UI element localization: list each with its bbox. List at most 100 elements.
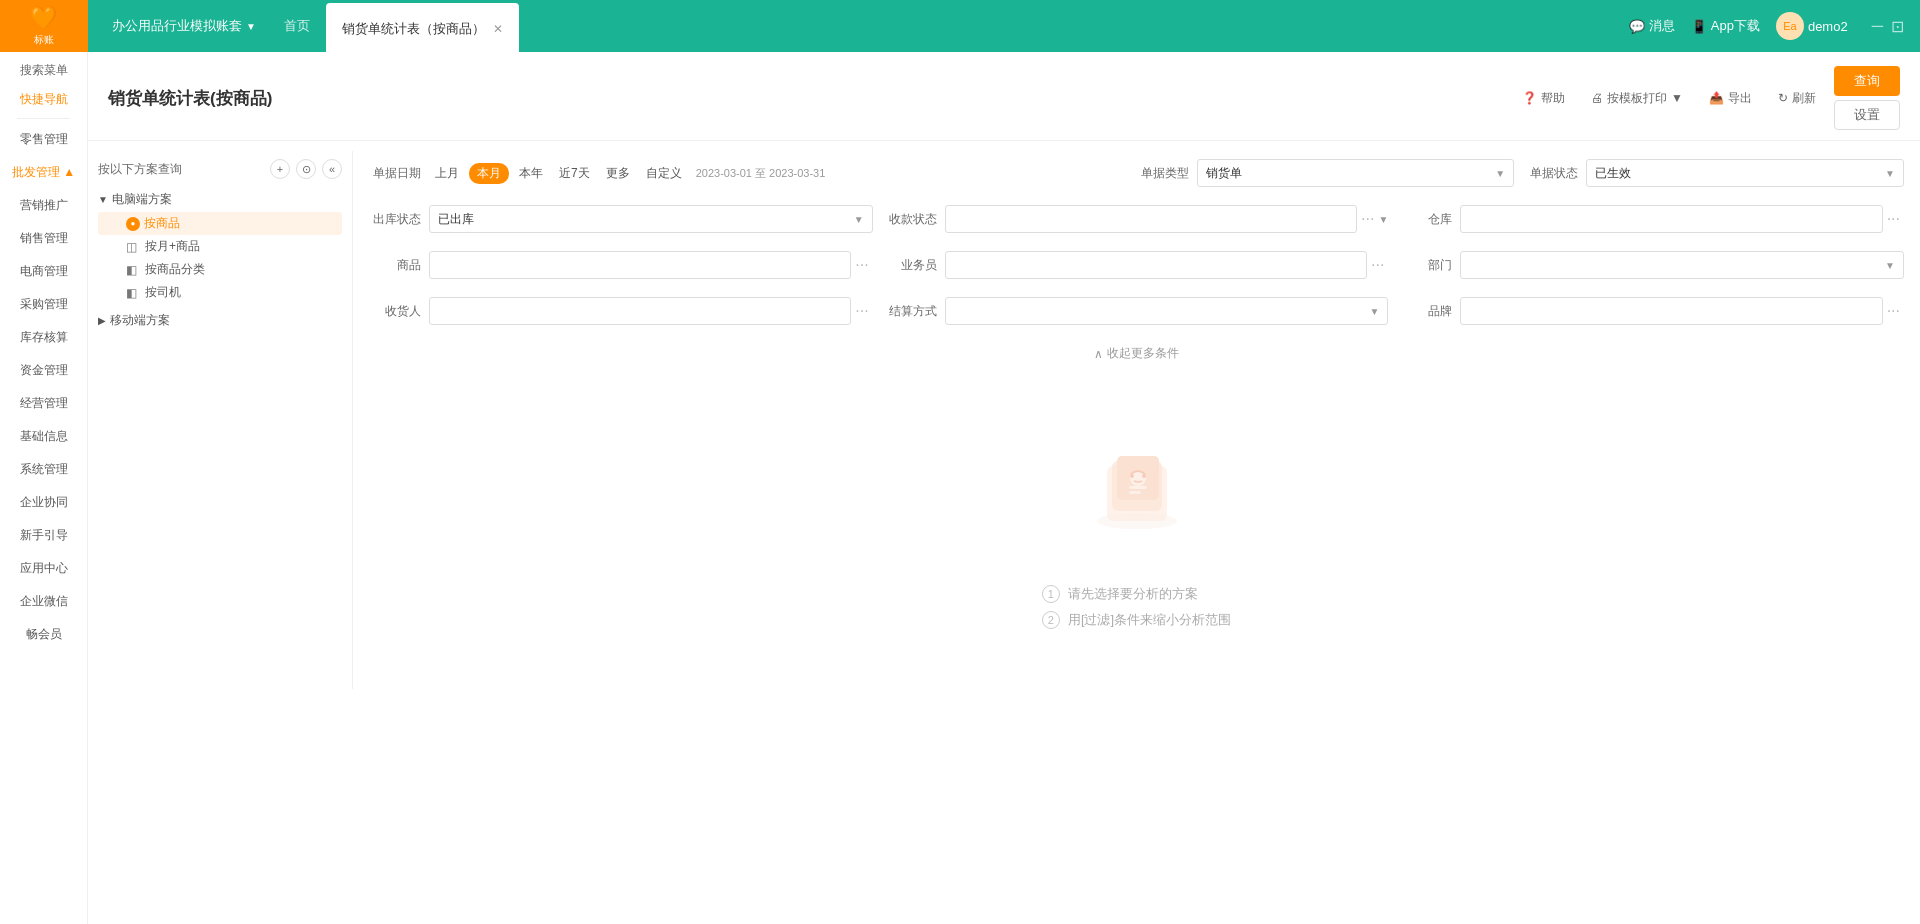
quick-nav[interactable]: 快捷导航 (20, 85, 68, 114)
search-menu-label[interactable]: 搜索菜单 (20, 63, 68, 77)
warehouse-dots[interactable]: ··· (1883, 210, 1904, 228)
date-btn-this-year[interactable]: 本年 (513, 163, 549, 184)
doc-type-select[interactable]: 销货单 ▼ (1197, 159, 1515, 187)
search-menu[interactable]: 搜索菜单 (0, 52, 87, 85)
sidebar-item-wholesale[interactable]: 批发管理 ▲ (0, 156, 87, 189)
sidebar-item-enterprise[interactable]: 企业协同 (0, 486, 87, 519)
scheme-month-icon: ◫ (126, 240, 137, 254)
scheme-group-mobile-label: 移动端方案 (110, 312, 170, 329)
sidebar-item-wechat[interactable]: 企业微信 (0, 585, 87, 618)
salesperson-input[interactable] (945, 251, 1367, 279)
workspace-label: 办公用品行业模拟账套 (112, 17, 242, 35)
salesperson-dots[interactable]: ··· (1367, 256, 1388, 274)
sidebar-item-finance[interactable]: 资金管理 (0, 354, 87, 387)
step-2-text: 用[过滤]条件来缩小分析范围 (1068, 611, 1231, 629)
filter-form-area: 单据日期 上月 本月 本年 近7天 更多 自定义 2023-03-01 至 20… (353, 151, 1920, 689)
sidebar-item-member[interactable]: 畅会员 (0, 618, 87, 651)
sidebar-item-retail[interactable]: 零售管理 (0, 123, 87, 156)
sidebar-item-operations[interactable]: 经营管理 (0, 387, 87, 420)
doc-status-select[interactable]: 已生效 ▼ (1586, 159, 1904, 187)
scheme-category-icon: ◧ (126, 263, 137, 277)
tab-sales-stat[interactable]: 销货单统计表（按商品） ✕ (326, 3, 519, 55)
recipient-input[interactable] (429, 297, 851, 325)
sidebar-item-sales[interactable]: 销售管理 (0, 222, 87, 255)
minimize-icon[interactable]: ─ (1872, 17, 1883, 36)
brand-control: ··· (1460, 297, 1904, 325)
sidebar-item-ecommerce[interactable]: 电商管理 (0, 255, 87, 288)
scheme-edit-btn[interactable]: ⊙ (296, 159, 316, 179)
date-btn-custom[interactable]: 自定义 (640, 163, 688, 184)
app-download-btn[interactable]: 📱 App下载 (1691, 17, 1760, 35)
warehouse-input[interactable] (1460, 205, 1882, 233)
scheme-tools: + ⊙ « (270, 159, 342, 179)
refresh-btn[interactable]: ↻ 刷新 (1770, 86, 1824, 111)
page-actions: ❓ 帮助 🖨 按模板打印 ▼ 📤 导出 ↻ 刷新 查询 (1514, 66, 1900, 130)
warehouse-label: 仓库 (1400, 211, 1460, 228)
payment-method-select[interactable]: ▼ (945, 297, 1389, 325)
department-select[interactable]: ▼ (1460, 251, 1904, 279)
department-label: 部门 (1400, 257, 1460, 274)
payment-status-input[interactable] (945, 205, 1357, 233)
collapse-btn[interactable]: ∧ 收起更多条件 (1094, 345, 1179, 362)
scheme-collapse-btn[interactable]: « (322, 159, 342, 179)
payment-status-control: ··· ▼ (945, 205, 1389, 233)
empty-step-2: 2 用[过滤]条件来缩小分析范围 (1042, 611, 1231, 629)
sidebar-item-marketing[interactable]: 营销推广 (0, 189, 87, 222)
maximize-icon[interactable]: ⊡ (1891, 17, 1904, 36)
message-btn[interactable]: 💬 消息 (1629, 17, 1675, 35)
scheme-item-driver-label: 按司机 (145, 284, 181, 301)
app-logo[interactable]: 🧡 标账 (0, 0, 88, 52)
sidebar: 🧡 标账 搜索菜单 快捷导航 零售管理 批发管理 ▲ 营销推广 销售管理 电商管… (0, 0, 88, 924)
brand-dots[interactable]: ··· (1883, 302, 1904, 320)
print-label: 按模板打印 (1607, 90, 1667, 107)
scheme-item-by-product-label: 按商品 (144, 215, 180, 232)
sidebar-item-purchase[interactable]: 采购管理 (0, 288, 87, 321)
date-btn-7days[interactable]: 近7天 (553, 163, 596, 184)
message-label: 消息 (1649, 17, 1675, 35)
print-btn[interactable]: 🖨 按模板打印 ▼ (1583, 86, 1691, 111)
recipient-dots[interactable]: ··· (851, 302, 872, 320)
filter-row-1: 单据日期 上月 本月 本年 近7天 更多 自定义 2023-03-01 至 20… (353, 151, 1920, 187)
product-dots[interactable]: ··· (851, 256, 872, 274)
sidebar-item-inventory[interactable]: 库存核算 (0, 321, 87, 354)
scheme-item-driver[interactable]: ◧ 按司机 (98, 281, 342, 304)
sidebar-item-basicinfo[interactable]: 基础信息 (0, 420, 87, 453)
help-btn[interactable]: ❓ 帮助 (1514, 86, 1573, 111)
scheme-item-month-product[interactable]: ◫ 按月+商品 (98, 235, 342, 258)
scheme-group-mobile[interactable]: ▶ 移动端方案 (98, 308, 342, 333)
export-icon: 📤 (1709, 91, 1724, 105)
tab-close-icon[interactable]: ✕ (493, 22, 503, 36)
user-avatar: Ea (1776, 12, 1804, 40)
scheme-add-btn[interactable]: + (270, 159, 290, 179)
workspace-selector[interactable]: 办公用品行业模拟账套 ▼ (100, 17, 268, 35)
settings-btn[interactable]: 设置 (1834, 100, 1900, 130)
outbound-select[interactable]: 已出库 ▼ (429, 205, 873, 233)
date-btn-this-month[interactable]: 本月 (469, 163, 509, 184)
scheme-item-category[interactable]: ◧ 按商品分类 (98, 258, 342, 281)
sidebar-item-system[interactable]: 系统管理 (0, 453, 87, 486)
sidebar-item-apps[interactable]: 应用中心 (0, 552, 87, 585)
date-btn-more[interactable]: 更多 (600, 163, 636, 184)
product-input[interactable] (429, 251, 851, 279)
scheme-item-by-product[interactable]: ● 按商品 (98, 212, 342, 235)
tab-home[interactable]: 首页 (268, 0, 326, 52)
user-menu[interactable]: Ea demo2 (1776, 12, 1848, 40)
topnav-right: 💬 消息 📱 App下载 Ea demo2 ─ ⊡ (1629, 12, 1920, 40)
help-icon: ❓ (1522, 91, 1537, 105)
payment-method-label: 结算方式 (885, 303, 945, 320)
sidebar-item-guide[interactable]: 新手引导 (0, 519, 87, 552)
recipient-control: ··· (429, 297, 873, 325)
scheme-tree: ▼ 电脑端方案 ● 按商品 ◫ 按月+商品 ◧ 按商品分类 (98, 187, 342, 333)
date-btn-last-month[interactable]: 上月 (429, 163, 465, 184)
scheme-group-desktop[interactable]: ▼ 电脑端方案 (98, 187, 342, 212)
brand-label: 品牌 (1400, 303, 1460, 320)
brand-input[interactable] (1460, 297, 1882, 325)
export-btn[interactable]: 📤 导出 (1701, 86, 1760, 111)
payment-status-dots[interactable]: ··· (1357, 210, 1378, 228)
filter-item-department: 部门 ▼ (1400, 251, 1904, 279)
product-control: ··· (429, 251, 873, 279)
content-area: 销货单统计表(按商品) ❓ 帮助 🖨 按模板打印 ▼ 📤 导出 ↻ 刷新 (88, 52, 1920, 924)
query-btn[interactable]: 查询 (1834, 66, 1900, 96)
date-control: 上月 本月 本年 近7天 更多 自定义 2023-03-01 至 2023-03… (429, 163, 1125, 184)
filter-item-salesperson: 业务员 ··· (885, 251, 1389, 279)
